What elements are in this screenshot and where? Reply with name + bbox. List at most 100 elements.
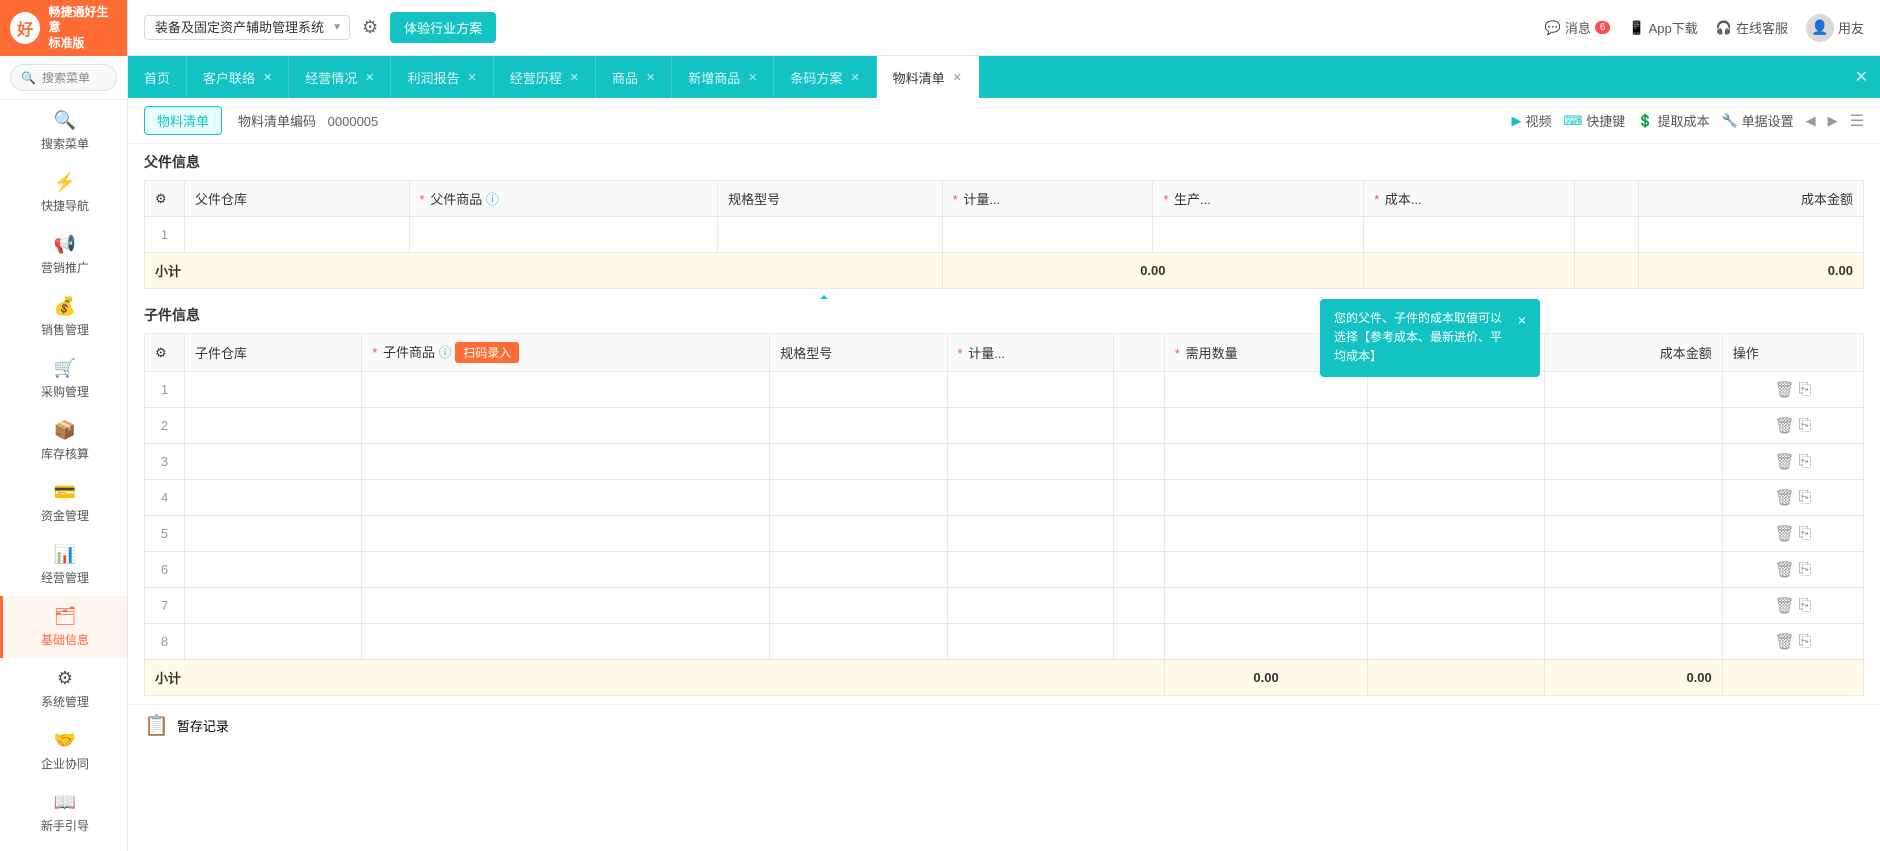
parent-production-cell[interactable] (1153, 217, 1364, 253)
parent-unit-cell[interactable] (942, 217, 1153, 253)
copy-icon[interactable]: ⎘ (1799, 561, 1812, 579)
copy-icon[interactable]: ⎘ (1799, 489, 1812, 507)
copy-icon[interactable]: ⎘ (1799, 453, 1812, 471)
child-qty-cell[interactable] (1164, 444, 1367, 480)
child-product-cell[interactable] (362, 372, 770, 408)
video-button[interactable]: ▶ 视频 (1511, 111, 1551, 130)
cost-extract-button[interactable]: 💲 提取成本 (1637, 111, 1709, 130)
nav-tab-profit[interactable]: 利润报告✕ (391, 56, 493, 98)
child-product-help-icon[interactable]: ⓘ (439, 345, 452, 360)
child-unit-cell[interactable] (947, 552, 1113, 588)
tooltip-close-button[interactable]: × (1518, 309, 1526, 331)
child-unit-cost-cell[interactable] (1368, 624, 1545, 660)
nav-right-icon[interactable]: ▶ (1828, 113, 1838, 129)
sidebar-item-system[interactable]: ⚙ 系统管理 (0, 658, 127, 720)
sidebar-item-guide[interactable]: 📖 新手引导 (0, 782, 127, 844)
tab-close-bom[interactable]: ✕ (953, 71, 962, 84)
child-spec-cell[interactable] (770, 624, 947, 660)
nav-left-icon[interactable]: ◀ (1806, 113, 1816, 129)
child-unit-cell[interactable] (947, 624, 1113, 660)
nav-tab-history[interactable]: 经营历程✕ (494, 56, 596, 98)
sidebar-item-search[interactable]: 🔍 搜索菜单 (0, 100, 127, 162)
delete-icon[interactable]: 🗑 (1774, 560, 1794, 580)
child-spec-cell[interactable] (770, 516, 947, 552)
sidebar-item-operation[interactable]: 📊 经营管理 (0, 534, 127, 596)
child-unit-cost-cell[interactable] (1368, 444, 1545, 480)
grid-view-icon[interactable]: ☰ (1850, 111, 1864, 131)
child-spec-cell[interactable] (770, 408, 947, 444)
tab-close-history[interactable]: ✕ (570, 71, 579, 84)
child-spec-cell[interactable] (770, 588, 947, 624)
child-unit-cell[interactable] (947, 588, 1113, 624)
tab-bom-list[interactable]: 物料清单 (144, 106, 222, 135)
delete-icon[interactable]: 🗑 (1774, 452, 1794, 472)
copy-icon[interactable]: ⎘ (1799, 381, 1812, 399)
child-qty-cell[interactable] (1164, 408, 1367, 444)
nav-tab-operation[interactable]: 经营情况✕ (289, 56, 391, 98)
sidebar-item-marketing[interactable]: 📢 营销推广 (0, 224, 127, 286)
sidebar-item-inventory[interactable]: 📦 库存核算 (0, 410, 127, 472)
child-qty-cell[interactable] (1164, 480, 1367, 516)
child-col-gear[interactable]: ⚙ (145, 334, 185, 372)
child-qty-cell[interactable] (1164, 588, 1367, 624)
nav-tab-product[interactable]: 商品✕ (596, 56, 672, 98)
child-unit-cost-cell[interactable] (1368, 480, 1545, 516)
child-product-cell[interactable] (362, 444, 770, 480)
parent-spec-cell[interactable] (718, 217, 943, 253)
scan-button[interactable]: 扫码录入 (455, 342, 519, 363)
experience-button[interactable]: 体验行业方案 (390, 12, 496, 43)
child-unit-cost-cell[interactable] (1368, 372, 1545, 408)
child-spec-cell[interactable] (770, 372, 947, 408)
child-warehouse-cell[interactable] (185, 552, 362, 588)
sidebar-item-finance[interactable]: 💳 资金管理 (0, 472, 127, 534)
child-warehouse-cell[interactable] (185, 372, 362, 408)
tab-bom-code[interactable]: 物料清单编码 0000005 (226, 107, 390, 134)
child-qty-cell[interactable] (1164, 552, 1367, 588)
sidebar-item-collab[interactable]: 🤝 企业协同 (0, 720, 127, 782)
nav-tab-customer[interactable]: 客户联络✕ (187, 56, 289, 98)
shortcut-button[interactable]: ⌨ 快捷键 (1563, 111, 1625, 130)
child-product-cell[interactable] (362, 408, 770, 444)
child-unit-cost-cell[interactable] (1368, 588, 1545, 624)
child-product-cell[interactable] (362, 588, 770, 624)
delete-icon[interactable]: 🗑 (1774, 524, 1794, 544)
child-unit-cell[interactable] (947, 516, 1113, 552)
copy-icon[interactable]: ⎘ (1799, 597, 1812, 615)
nav-tab-bom[interactable]: 物料清单✕ (877, 56, 979, 98)
single-settings-button[interactable]: 🔧 单据设置 (1721, 111, 1793, 130)
app-download-button[interactable]: 📱 App下载 (1628, 18, 1697, 37)
child-warehouse-cell[interactable] (185, 588, 362, 624)
parent-col-gear[interactable]: ⚙ (145, 181, 185, 217)
child-spec-cell[interactable] (770, 444, 947, 480)
tab-close-new-product[interactable]: ✕ (748, 71, 757, 84)
delete-icon[interactable]: 🗑 (1774, 596, 1794, 616)
child-warehouse-cell[interactable] (185, 624, 362, 660)
child-product-cell[interactable] (362, 516, 770, 552)
child-spec-cell[interactable] (770, 480, 947, 516)
child-unit-cell[interactable] (947, 480, 1113, 516)
child-unit-cost-cell[interactable] (1368, 516, 1545, 552)
tab-close-profit[interactable]: ✕ (468, 71, 477, 84)
parent-cost-cell[interactable] (1364, 217, 1575, 253)
child-unit-cell[interactable] (947, 444, 1113, 480)
system-select[interactable]: 装备及固定资产辅助管理系统 (144, 15, 350, 40)
child-warehouse-cell[interactable] (185, 480, 362, 516)
tab-close-operation[interactable]: ✕ (365, 71, 374, 84)
child-qty-cell[interactable] (1164, 516, 1367, 552)
user-menu[interactable]: 👤 用友 (1806, 14, 1864, 42)
sidebar-item-purchase[interactable]: 🛒 采购管理 (0, 348, 127, 410)
child-unit-cost-cell[interactable] (1368, 408, 1545, 444)
nav-tab-new-product[interactable]: 新增商品✕ (672, 56, 774, 98)
service-button[interactable]: 🎧 在线客服 (1716, 18, 1788, 37)
sidebar-search[interactable]: 🔍 搜索菜单 (0, 56, 127, 100)
search-button[interactable]: 🔍 搜索菜单 (10, 64, 117, 91)
parent-product-help-icon[interactable]: ⓘ (486, 192, 499, 207)
tab-close-customer[interactable]: ✕ (263, 71, 272, 84)
delete-icon[interactable]: 🗑 (1774, 380, 1794, 400)
settings-icon[interactable]: ⚙ (362, 17, 378, 38)
sidebar-item-basic[interactable]: 🗂 基础信息 (0, 596, 127, 658)
sidebar-item-quick-nav[interactable]: ⚡ 快捷导航 (0, 162, 127, 224)
child-warehouse-cell[interactable] (185, 444, 362, 480)
copy-icon[interactable]: ⎘ (1799, 417, 1812, 435)
child-unit-cell[interactable] (947, 408, 1113, 444)
